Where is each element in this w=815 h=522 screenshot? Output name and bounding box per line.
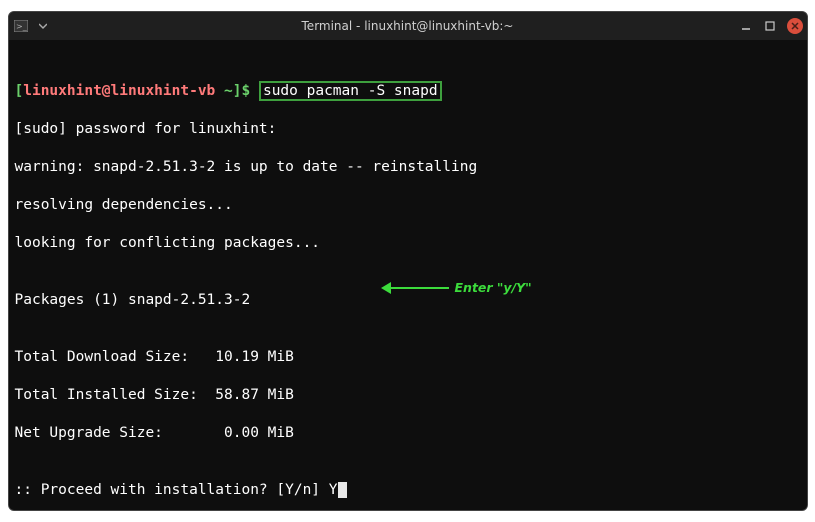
prompt-user-host: linuxhint@linuxhint-vb xyxy=(23,83,215,99)
command-highlight: sudo pacman -S snapd xyxy=(259,81,442,101)
terminal-body[interactable]: [linuxhint@linuxhint-vb ~]$ sudo pacman … xyxy=(9,40,807,510)
titlebar-left: >_ xyxy=(13,18,51,34)
arrow-icon xyxy=(389,287,449,289)
svg-text:>_: >_ xyxy=(16,22,28,31)
prompt-line: [linuxhint@linuxhint-vb ~]$ sudo pacman … xyxy=(15,82,801,101)
annotation-text: Enter "y/Y" xyxy=(455,278,532,297)
output-line: Total Download Size: 10.19 MiB xyxy=(15,348,801,367)
output-line: resolving dependencies... xyxy=(15,196,801,215)
proceed-text: :: Proceed with installation? [Y/n] Y xyxy=(15,482,338,498)
terminal-window: >_ Terminal - linuxhint@linuxhint-vb:~ [… xyxy=(8,11,808,511)
minimize-button[interactable] xyxy=(739,19,753,33)
prompt-symbol: $ xyxy=(242,83,259,99)
output-line: Total Installed Size: 58.87 MiB xyxy=(15,386,801,405)
proceed-line: :: Proceed with installation? [Y/n] Y xyxy=(15,481,801,500)
annotation: Enter "y/Y" xyxy=(389,278,532,297)
dropdown-icon[interactable] xyxy=(35,18,51,34)
output-line: Net Upgrade Size: 0.00 MiB xyxy=(15,424,801,443)
prompt-path: ~ xyxy=(215,83,232,99)
command-text: sudo pacman -S snapd xyxy=(263,83,438,99)
prompt-bracket-open: [ xyxy=(15,83,24,99)
maximize-button[interactable] xyxy=(763,19,777,33)
prompt-bracket-close: ] xyxy=(233,83,242,99)
output-line: [sudo] password for linuxhint: xyxy=(15,120,801,139)
output-line: looking for conflicting packages... xyxy=(15,234,801,253)
window-title: Terminal - linuxhint@linuxhint-vb:~ xyxy=(302,19,514,33)
terminal-icon: >_ xyxy=(13,18,29,34)
output-line: warning: snapd-2.51.3-2 is up to date --… xyxy=(15,158,801,177)
close-button[interactable] xyxy=(787,18,803,34)
cursor xyxy=(338,482,347,498)
window-controls xyxy=(739,18,803,34)
titlebar[interactable]: >_ Terminal - linuxhint@linuxhint-vb:~ xyxy=(9,12,807,40)
